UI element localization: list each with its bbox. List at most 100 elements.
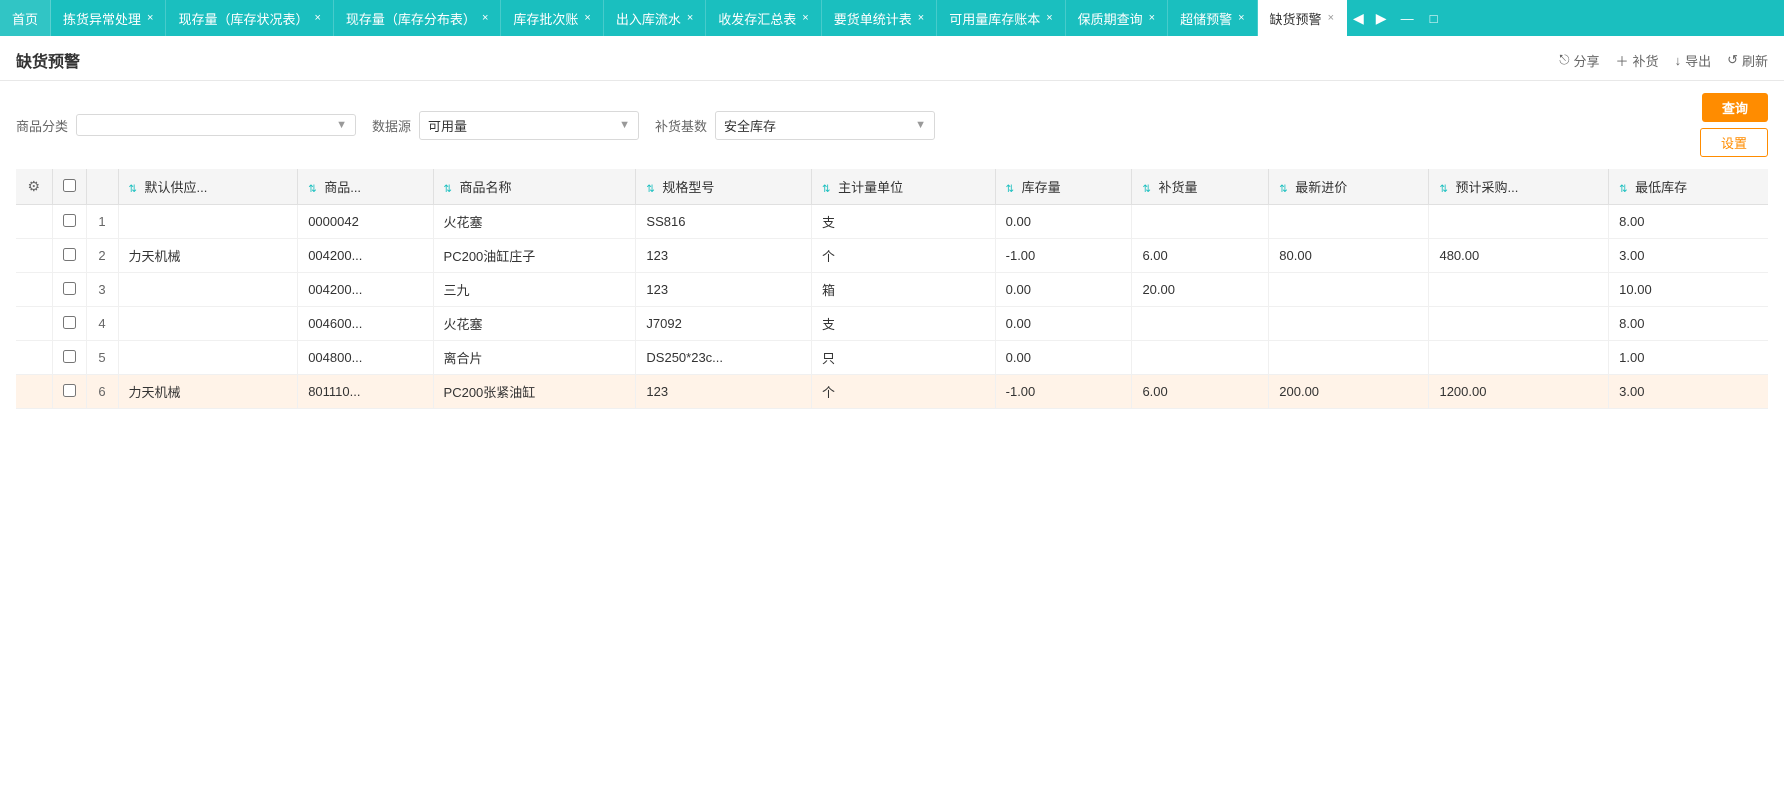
close-icon[interactable]: × <box>1149 12 1155 24</box>
close-icon[interactable]: × <box>1328 12 1334 24</box>
close-icon[interactable]: × <box>147 12 153 24</box>
row-code: 0000042 <box>298 205 433 239</box>
row-min-stock: 3.00 <box>1609 239 1768 273</box>
share-button[interactable]: ⎋ 分享 <box>1559 51 1599 70</box>
row-gear-cell <box>16 307 52 341</box>
close-icon[interactable]: × <box>1238 12 1244 24</box>
th-estimatedpurchase[interactable]: ⇅ 预计采购... <box>1429 169 1609 205</box>
close-icon[interactable]: × <box>314 12 320 24</box>
row-stock: -1.00 <box>995 239 1132 273</box>
row-checkbox-cell <box>52 205 86 239</box>
tab-home[interactable]: 首页 <box>0 0 51 36</box>
row-stock: 0.00 <box>995 273 1132 307</box>
export-button[interactable]: ↓ 导出 <box>1675 51 1712 70</box>
row-checkbox[interactable] <box>63 316 76 329</box>
row-estimated-purchase: 480.00 <box>1429 239 1609 273</box>
page-header: 缺货预警 ⎋ 分享 ＋ 补货 ↓ 导出 ↺ 刷新 <box>0 36 1784 81</box>
tab-bar: 首页 拣货异常处理 × 现存量（库存状况表） × 现存量（库存分布表） × 库存… <box>0 0 1784 36</box>
select-all-checkbox[interactable] <box>63 179 76 192</box>
th-stock[interactable]: ⇅ 库存量 <box>995 169 1132 205</box>
row-supplier <box>118 341 298 375</box>
row-code: 004200... <box>298 239 433 273</box>
row-gear-cell <box>16 341 52 375</box>
table-row: 5 004800... 离合片 DS250*23c... 只 0.00 1.00 <box>16 341 1768 375</box>
tab-yaohuo[interactable]: 要货单统计表 × <box>822 0 937 36</box>
th-checkbox <box>52 169 86 205</box>
row-spec: DS250*23c... <box>636 341 812 375</box>
close-icon[interactable]: × <box>802 12 808 24</box>
th-minstock[interactable]: ⇅ 最低库存 <box>1609 169 1768 205</box>
tab-chaoe[interactable]: 超储预警 × <box>1168 0 1257 36</box>
tab-yichang[interactable]: 拣货异常处理 × <box>51 0 166 36</box>
tab-churuku[interactable]: 出入库流水 × <box>604 0 706 36</box>
datasource-filter-group: 数据源 可用量 ▼ <box>372 111 639 140</box>
row-checkbox[interactable] <box>63 248 76 261</box>
sort-icon: ⇅ <box>444 184 452 195</box>
close-icon[interactable]: × <box>918 12 924 24</box>
table-header-row: ⚙ ⇅ 默认供应... ⇅ 商品... ⇅ <box>16 169 1768 205</box>
row-name: 火花塞 <box>433 307 636 341</box>
row-gear-cell <box>16 375 52 409</box>
th-spec[interactable]: ⇅ 规格型号 <box>636 169 812 205</box>
supplybase-select-value: 安全库存 <box>724 116 776 135</box>
tab-baozhi[interactable]: 保质期查询 × <box>1066 0 1168 36</box>
tab-minimize-button[interactable]: — <box>1393 0 1422 36</box>
page-title: 缺货预警 <box>16 48 80 72</box>
category-select[interactable]: ▼ <box>76 114 356 136</box>
row-replenish <box>1132 341 1269 375</box>
tab-shoufashun[interactable]: 收发存汇总表 × <box>706 0 821 36</box>
gear-settings-button[interactable]: ⚙ <box>27 178 40 195</box>
tab-pici[interactable]: 库存批次账 × <box>501 0 603 36</box>
table-row: 2 力天机械 004200... PC200油缸庄子 123 个 -1.00 6… <box>16 239 1768 273</box>
tab-xianzun2[interactable]: 现存量（库存分布表） × <box>334 0 501 36</box>
query-button[interactable]: 查询 <box>1702 93 1768 122</box>
close-icon[interactable]: × <box>1046 12 1052 24</box>
sort-icon: ⇅ <box>646 184 654 195</box>
row-checkbox[interactable] <box>63 214 76 227</box>
row-latest-price <box>1269 273 1429 307</box>
datasource-select[interactable]: 可用量 ▼ <box>419 111 639 140</box>
category-filter-group: 商品分类 ▼ <box>16 114 356 136</box>
tab-maximize-button[interactable]: □ <box>1422 0 1446 36</box>
supplybase-select[interactable]: 安全库存 ▼ <box>715 111 935 140</box>
row-name: 火花塞 <box>433 205 636 239</box>
tab-prev-button[interactable]: ◀ <box>1347 0 1370 36</box>
tab-next-button[interactable]: ▶ <box>1370 0 1393 36</box>
th-unit[interactable]: ⇅ 主计量单位 <box>812 169 996 205</box>
export-icon: ↓ <box>1675 53 1682 68</box>
row-min-stock: 1.00 <box>1609 341 1768 375</box>
refresh-button[interactable]: ↺ 刷新 <box>1727 51 1768 70</box>
row-number: 5 <box>86 341 118 375</box>
row-checkbox[interactable] <box>63 350 76 363</box>
close-icon[interactable]: × <box>584 12 590 24</box>
row-replenish <box>1132 205 1269 239</box>
data-table: ⚙ ⇅ 默认供应... ⇅ 商品... ⇅ <box>16 169 1768 409</box>
close-icon[interactable]: × <box>687 12 693 24</box>
row-number: 4 <box>86 307 118 341</box>
close-icon[interactable]: × <box>482 12 488 24</box>
row-checkbox-cell <box>52 273 86 307</box>
sort-icon: ⇅ <box>1279 184 1287 195</box>
row-checkbox[interactable] <box>63 384 76 397</box>
tab-keyongliang[interactable]: 可用量库存账本 × <box>937 0 1065 36</box>
settings-button[interactable]: 设置 <box>1700 128 1768 157</box>
tab-xianzun1[interactable]: 现存量（库存状况表） × <box>166 0 333 36</box>
tab-quehuo[interactable]: 缺货预警 × <box>1258 0 1347 36</box>
row-checkbox[interactable] <box>63 282 76 295</box>
row-replenish: 20.00 <box>1132 273 1269 307</box>
sort-icon: ⇅ <box>822 184 830 195</box>
row-latest-price <box>1269 341 1429 375</box>
th-no <box>86 169 118 205</box>
th-replenish[interactable]: ⇅ 补货量 <box>1132 169 1269 205</box>
row-spec: 123 <box>636 273 812 307</box>
row-number: 3 <box>86 273 118 307</box>
th-gear: ⚙ <box>16 169 52 205</box>
row-stock: 0.00 <box>995 307 1132 341</box>
supply-button[interactable]: ＋ 补货 <box>1616 51 1659 70</box>
th-latestprice[interactable]: ⇅ 最新进价 <box>1269 169 1429 205</box>
th-supplier[interactable]: ⇅ 默认供应... <box>118 169 298 205</box>
th-name[interactable]: ⇅ 商品名称 <box>433 169 636 205</box>
row-code: 004600... <box>298 307 433 341</box>
row-estimated-purchase <box>1429 307 1609 341</box>
th-code[interactable]: ⇅ 商品... <box>298 169 433 205</box>
